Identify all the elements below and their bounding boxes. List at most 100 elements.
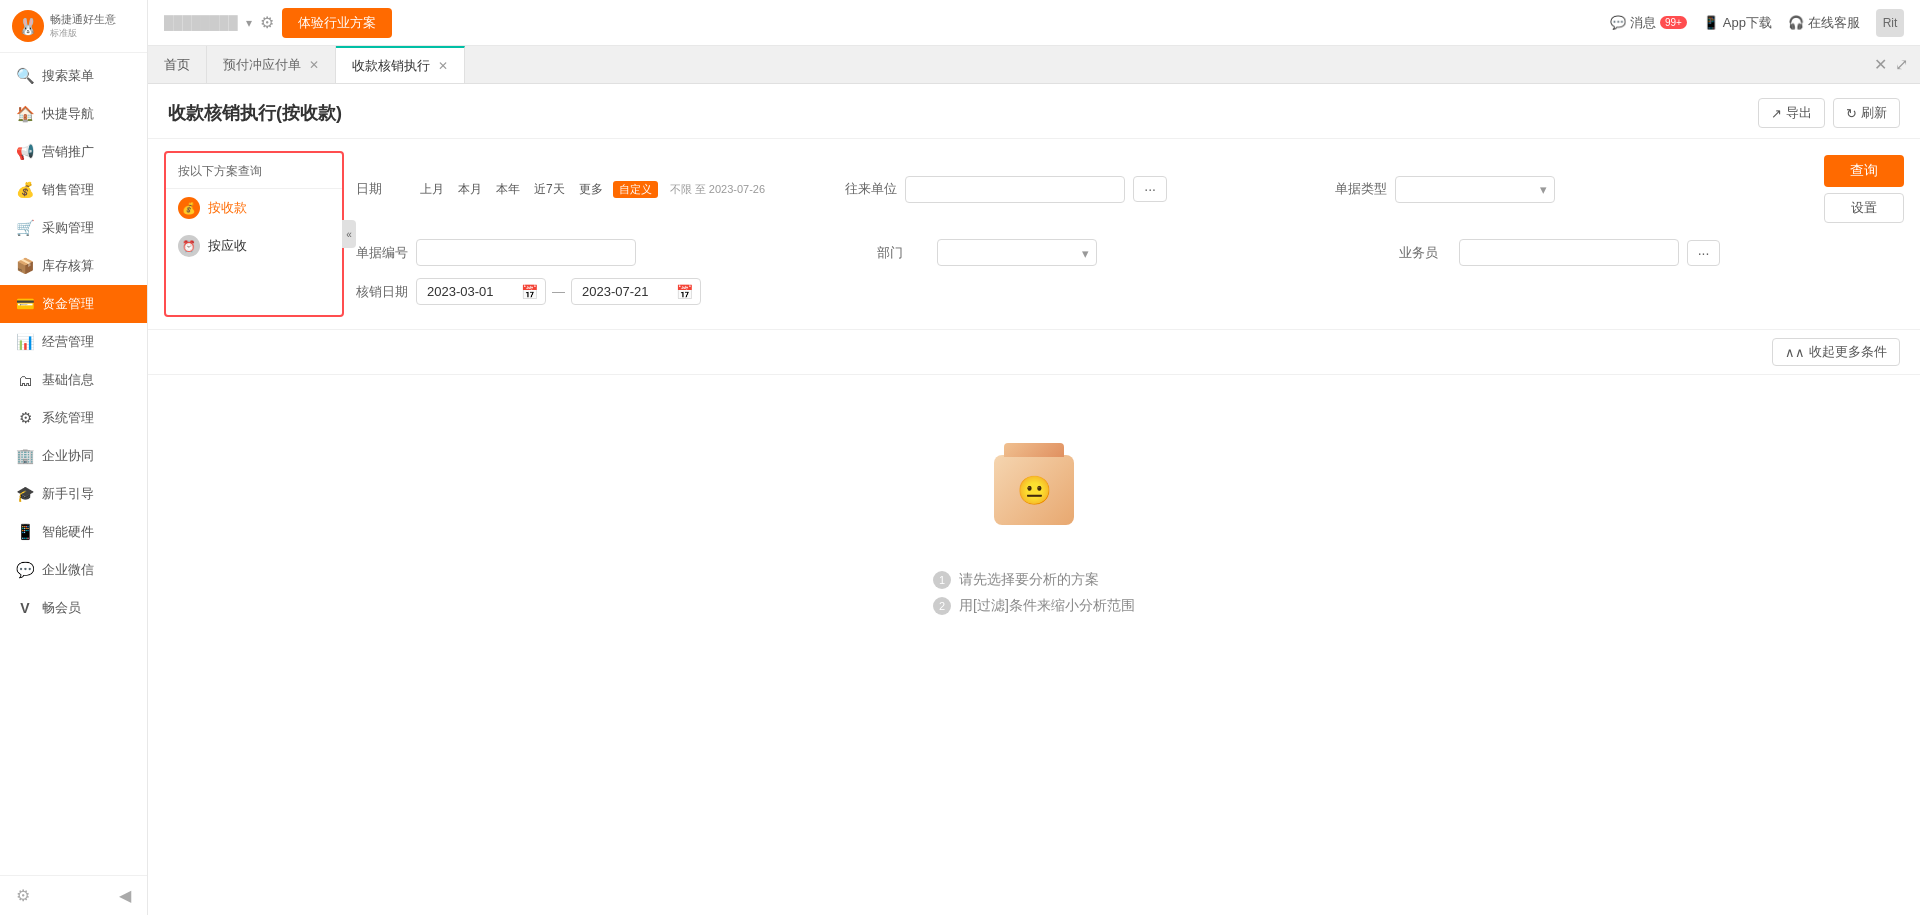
sidebar-footer: ⚙ ◀: [0, 875, 147, 915]
filter-option-by-receipt[interactable]: 💰 按收款: [166, 189, 342, 227]
writeoff-end-calendar-icon[interactable]: 📅: [676, 284, 693, 300]
user-avatar[interactable]: Rit: [1876, 9, 1904, 37]
sidebar-item-business[interactable]: 📊 经营管理: [0, 323, 147, 361]
sidebar-collapse-btn[interactable]: ◀: [119, 886, 131, 905]
basic-icon: 🗂: [16, 372, 34, 389]
counterparty-dots-button[interactable]: ···: [1133, 176, 1167, 202]
filter-option-label: 按收款: [208, 199, 247, 217]
sidebar-item-label: 企业协同: [42, 447, 94, 465]
empty-illustration: 😐: [984, 455, 1084, 555]
empty-hint-1: 1 请先选择要分析的方案: [933, 571, 1135, 589]
industry-solution-button[interactable]: 体验行业方案: [282, 8, 392, 38]
app-label: App下载: [1723, 14, 1772, 32]
sidebar-item-basic[interactable]: 🗂 基础信息: [0, 361, 147, 399]
form-row-3: 核销日期 📅 — 📅: [356, 278, 1904, 305]
tabbar: 首页 预付冲应付单 ✕ 收款核销执行 ✕ ✕ ⤢: [148, 46, 1920, 84]
department-select-wrapper: [937, 239, 1097, 266]
sidebar-item-label: 采购管理: [42, 219, 94, 237]
date-shortcut-last-month[interactable]: 上月: [416, 179, 448, 200]
tab-prepay-close-icon[interactable]: ✕: [309, 58, 319, 72]
refresh-button[interactable]: ↻ 刷新: [1833, 98, 1900, 128]
writeoff-start-wrap: 📅: [416, 278, 546, 305]
sidebar-item-label: 畅会员: [42, 599, 81, 617]
department-select[interactable]: [937, 239, 1097, 266]
collapse-more-button[interactable]: ∧∧ 收起更多条件: [1772, 338, 1900, 366]
message-icon: 💬: [1610, 15, 1626, 30]
bill-type-select-wrapper: [1395, 176, 1555, 203]
tab-receipt-writeoff[interactable]: 收款核销执行 ✕: [336, 46, 465, 83]
filter-collapse-button[interactable]: «: [342, 220, 356, 248]
tab-close-all-icon[interactable]: ✕: [1874, 55, 1887, 74]
query-btn-area: 查询 设置: [1824, 151, 1904, 227]
writeoff-start-calendar-icon[interactable]: 📅: [521, 284, 538, 300]
date-range: 📅 — 📅: [416, 278, 701, 305]
sidebar-item-system[interactable]: ⚙ 系统管理: [0, 399, 147, 437]
export-icon: ↗: [1771, 106, 1782, 121]
sidebar-settings-btn[interactable]: ⚙: [16, 886, 30, 905]
tab-receipt-writeoff-close-icon[interactable]: ✕: [438, 59, 448, 73]
form-group-counterparty: 往来单位 ···: [845, 176, 1318, 203]
sidebar-item-label: 资金管理: [42, 295, 94, 313]
sidebar-item-search[interactable]: 🔍 搜索菜单: [0, 57, 147, 95]
date-shortcut-this-month[interactable]: 本月: [454, 179, 486, 200]
sidebar-item-sales[interactable]: 💰 销售管理: [0, 171, 147, 209]
salesperson-dots-button[interactable]: ···: [1687, 240, 1721, 266]
collapse-up-icon: ∧∧: [1785, 345, 1805, 360]
filter-receipt-icon: 💰: [178, 197, 200, 219]
counterparty-input[interactable]: [905, 176, 1125, 203]
search-icon: 🔍: [16, 67, 34, 85]
sidebar-item-label: 销售管理: [42, 181, 94, 199]
refresh-label: 刷新: [1861, 104, 1887, 122]
date-shortcut-more[interactable]: 更多: [575, 179, 607, 200]
sidebar: 🐰 畅捷通好生意 标准版 🔍 搜索菜单 🏠 快捷导航 📢 营销推广 💰 销售管理…: [0, 0, 148, 915]
sidebar-item-quick-nav[interactable]: 🏠 快捷导航: [0, 95, 147, 133]
content-area: 收款核销执行(按收款) ↗ 导出 ↻ 刷新 按以下方案查询: [148, 84, 1920, 915]
date-custom-badge[interactable]: 自定义: [613, 181, 658, 198]
tab-home[interactable]: 首页: [148, 46, 207, 83]
date-shortcut-7days[interactable]: 近7天: [530, 179, 569, 200]
sidebar-item-guide[interactable]: 🎓 新手引导: [0, 475, 147, 513]
export-button[interactable]: ↗ 导出: [1758, 98, 1825, 128]
system-icon: ⚙: [16, 409, 34, 427]
date-shortcuts: 上月 本月 本年 近7天 更多 自定义: [416, 179, 658, 200]
settings-button[interactable]: 设置: [1824, 193, 1904, 223]
date-shortcut-this-year[interactable]: 本年: [492, 179, 524, 200]
page-header: 收款核销执行(按收款) ↗ 导出 ↻ 刷新: [148, 84, 1920, 139]
refresh-icon: ↻: [1846, 106, 1857, 121]
app-download-button[interactable]: 📱 App下载: [1703, 14, 1772, 32]
filter-sidebar: 按以下方案查询 💰 按收款 ⏰ 按应收 «: [164, 151, 344, 317]
message-button[interactable]: 💬 消息 99+: [1610, 14, 1687, 32]
tabbar-actions: ✕ ⤢: [1874, 55, 1920, 74]
sidebar-item-hardware[interactable]: 📱 智能硬件: [0, 513, 147, 551]
bill-type-label: 单据类型: [1335, 180, 1387, 198]
empty-hint-2: 2 用[过滤]条件来缩小分析范围: [933, 597, 1135, 615]
message-label: 消息: [1630, 14, 1656, 32]
query-button[interactable]: 查询: [1824, 155, 1904, 187]
online-service-button[interactable]: 🎧 在线客服: [1788, 14, 1860, 32]
app-icon: 📱: [1703, 15, 1719, 30]
form-group-salesperson: 业务员 ···: [1399, 239, 1904, 266]
topbar-gear-icon[interactable]: ⚙: [260, 13, 274, 32]
empty-state: 😐 1 请先选择要分析的方案 2 用[过滤]条件来缩小分析范围: [148, 375, 1920, 695]
sidebar-item-inventory[interactable]: 📦 库存核算: [0, 247, 147, 285]
filter-option-by-receivable[interactable]: ⏰ 按应收: [166, 227, 342, 265]
tab-prepay[interactable]: 预付冲应付单 ✕: [207, 46, 336, 83]
sidebar-item-marketing[interactable]: 📢 营销推广: [0, 133, 147, 171]
sidebar-item-purchase[interactable]: 🛒 采购管理: [0, 209, 147, 247]
tab-maximize-icon[interactable]: ⤢: [1895, 55, 1908, 74]
sidebar-item-finance[interactable]: 💳 资金管理: [0, 285, 147, 323]
guide-icon: 🎓: [16, 485, 34, 503]
sidebar-item-label: 库存核算: [42, 257, 94, 275]
bill-type-select[interactable]: [1395, 176, 1555, 203]
bill-no-input[interactable]: [416, 239, 636, 266]
sidebar-item-enterprise[interactable]: 🏢 企业协同: [0, 437, 147, 475]
sidebar-item-wechat[interactable]: 💬 企业微信: [0, 551, 147, 589]
salesperson-label: 业务员: [1399, 244, 1451, 262]
topbar-chevron-icon[interactable]: ▾: [246, 16, 252, 30]
salesperson-input[interactable]: [1459, 239, 1679, 266]
empty-hint-2-text: 用[过滤]条件来缩小分析范围: [959, 597, 1135, 615]
service-icon: 🎧: [1788, 15, 1804, 30]
empty-box: 😐: [994, 455, 1074, 525]
sidebar-item-vip[interactable]: V 畅会员: [0, 589, 147, 627]
page-title: 收款核销执行(按收款): [168, 101, 342, 125]
